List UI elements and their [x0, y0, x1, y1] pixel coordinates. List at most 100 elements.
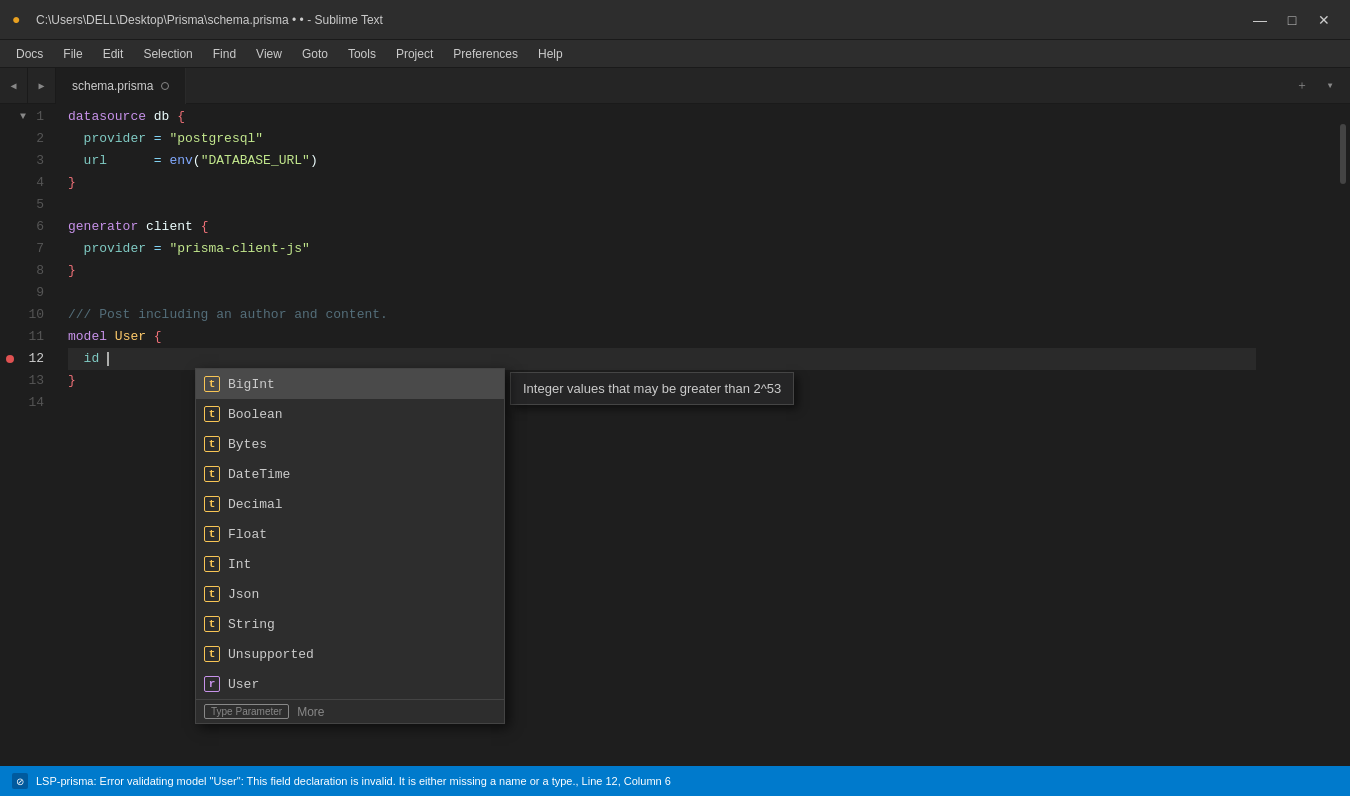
ac-label-datetime: DateTime: [228, 467, 290, 482]
line-num-8: 8: [0, 260, 60, 282]
ac-label-string: String: [228, 617, 275, 632]
ac-icon-unsupported: t: [204, 646, 220, 662]
ac-icon-bigint: t: [204, 376, 220, 392]
menu-help[interactable]: Help: [530, 45, 571, 63]
ac-icon-datetime: t: [204, 466, 220, 482]
line-num-13: 13: [0, 370, 60, 392]
autocomplete-footer: Type Parameter More: [196, 699, 504, 723]
line-num-11: 11: [0, 326, 60, 348]
menu-selection[interactable]: Selection: [135, 45, 200, 63]
ac-item-int[interactable]: t Int: [196, 549, 504, 579]
line-num-10: 10: [0, 304, 60, 326]
ac-icon-bytes: t: [204, 436, 220, 452]
line-num-6: 6: [0, 216, 60, 238]
line-num-4: 4: [0, 172, 60, 194]
window-controls: — □ ✕: [1246, 6, 1338, 34]
code-line-7: provider = "prisma-client-js": [68, 238, 1256, 260]
code-line-4: }: [68, 172, 1256, 194]
ac-item-decimal[interactable]: t Decimal: [196, 489, 504, 519]
line-num-3: 3: [0, 150, 60, 172]
ac-label-boolean: Boolean: [228, 407, 283, 422]
ac-icon-string: t: [204, 616, 220, 632]
ac-label-user: User: [228, 677, 259, 692]
status-text: LSP-prisma: Error validating model "User…: [36, 775, 671, 787]
error-indicator: [6, 355, 14, 363]
minimap: [1256, 104, 1336, 766]
code-line-6: generator client {: [68, 216, 1256, 238]
maximize-button[interactable]: □: [1278, 6, 1306, 34]
line-num-5: 5: [0, 194, 60, 216]
menu-view[interactable]: View: [248, 45, 290, 63]
ac-item-string[interactable]: t String: [196, 609, 504, 639]
ac-label-unsupported: Unsupported: [228, 647, 314, 662]
line-num-1: ▼ 1: [0, 106, 60, 128]
scrollbar-thumb[interactable]: [1340, 124, 1346, 184]
tab-label: schema.prisma: [72, 79, 153, 93]
tooltip: Integer values that may be greater than …: [510, 372, 794, 405]
ac-item-bytes[interactable]: t Bytes: [196, 429, 504, 459]
code-line-1: datasource db {: [68, 106, 1256, 128]
menu-project[interactable]: Project: [388, 45, 441, 63]
code-line-9: [68, 282, 1256, 304]
menu-file[interactable]: File: [55, 45, 90, 63]
menu-bar: Docs File Edit Selection Find View Goto …: [0, 40, 1350, 68]
ac-label-bigint: BigInt: [228, 377, 275, 392]
menu-goto[interactable]: Goto: [294, 45, 336, 63]
status-icon: ⊘: [12, 773, 28, 789]
ac-item-datetime[interactable]: t DateTime: [196, 459, 504, 489]
tab-modified-indicator: [161, 82, 169, 90]
new-tab-button[interactable]: ＋: [1290, 74, 1314, 98]
tab-bar-right: ＋ ▾: [1290, 74, 1350, 98]
ac-item-user[interactable]: r User: [196, 669, 504, 699]
ac-item-float[interactable]: t Float: [196, 519, 504, 549]
ac-label-decimal: Decimal: [228, 497, 283, 512]
status-bar: ⊘ LSP-prisma: Error validating model "Us…: [0, 766, 1350, 796]
app-icon: ●: [12, 12, 28, 28]
text-cursor: [107, 352, 109, 366]
editor-area: ▼ 1 2 3 4 5 6 7 8 9 10 11 12 13 14 datas…: [0, 104, 1350, 766]
menu-preferences[interactable]: Preferences: [445, 45, 526, 63]
close-button[interactable]: ✕: [1310, 6, 1338, 34]
code-line-11: model User {: [68, 326, 1256, 348]
menu-tools[interactable]: Tools: [340, 45, 384, 63]
line-num-9: 9: [0, 282, 60, 304]
ac-more-link[interactable]: More: [297, 705, 324, 719]
ac-label-float: Float: [228, 527, 267, 542]
tab-prev-button[interactable]: ◀: [0, 68, 28, 104]
line-num-7: 7: [0, 238, 60, 260]
code-line-12: id: [68, 348, 1256, 370]
line-numbers: ▼ 1 2 3 4 5 6 7 8 9 10 11 12 13 14: [0, 104, 60, 766]
tab-bar: ◀ ▶ schema.prisma ＋ ▾: [0, 68, 1350, 104]
menu-find[interactable]: Find: [205, 45, 244, 63]
fold-arrow-1[interactable]: ▼: [20, 106, 26, 128]
line-num-14: 14: [0, 392, 60, 414]
code-line-10: /// Post including an author and content…: [68, 304, 1256, 326]
menu-edit[interactable]: Edit: [95, 45, 132, 63]
window-title: C:\Users\DELL\Desktop\Prisma\schema.pris…: [36, 13, 383, 27]
line-num-12: 12: [0, 348, 60, 370]
ac-icon-decimal: t: [204, 496, 220, 512]
ac-icon-int: t: [204, 556, 220, 572]
ac-label-int: Int: [228, 557, 251, 572]
ac-type-badge: Type Parameter: [204, 704, 289, 719]
ac-item-unsupported[interactable]: t Unsupported: [196, 639, 504, 669]
tab-next-button[interactable]: ▶: [28, 68, 56, 104]
vertical-scrollbar[interactable]: [1336, 104, 1350, 766]
tab-schema-prisma[interactable]: schema.prisma: [56, 68, 186, 104]
ac-icon-float: t: [204, 526, 220, 542]
tooltip-text: Integer values that may be greater than …: [523, 381, 781, 396]
menu-docs[interactable]: Docs: [8, 45, 51, 63]
ac-icon-user: r: [204, 676, 220, 692]
tab-list-button[interactable]: ▾: [1318, 74, 1342, 98]
ac-item-boolean[interactable]: t Boolean: [196, 399, 504, 429]
code-line-8: }: [68, 260, 1256, 282]
code-line-5: [68, 194, 1256, 216]
title-bar-left: ● C:\Users\DELL\Desktop\Prisma\schema.pr…: [12, 12, 383, 28]
code-line-3: url = env("DATABASE_URL"): [68, 150, 1256, 172]
code-line-2: provider = "postgresql": [68, 128, 1256, 150]
title-bar: ● C:\Users\DELL\Desktop\Prisma\schema.pr…: [0, 0, 1350, 40]
minimize-button[interactable]: —: [1246, 6, 1274, 34]
ac-item-json[interactable]: t Json: [196, 579, 504, 609]
ac-item-bigint[interactable]: t BigInt: [196, 369, 504, 399]
ac-icon-json: t: [204, 586, 220, 602]
